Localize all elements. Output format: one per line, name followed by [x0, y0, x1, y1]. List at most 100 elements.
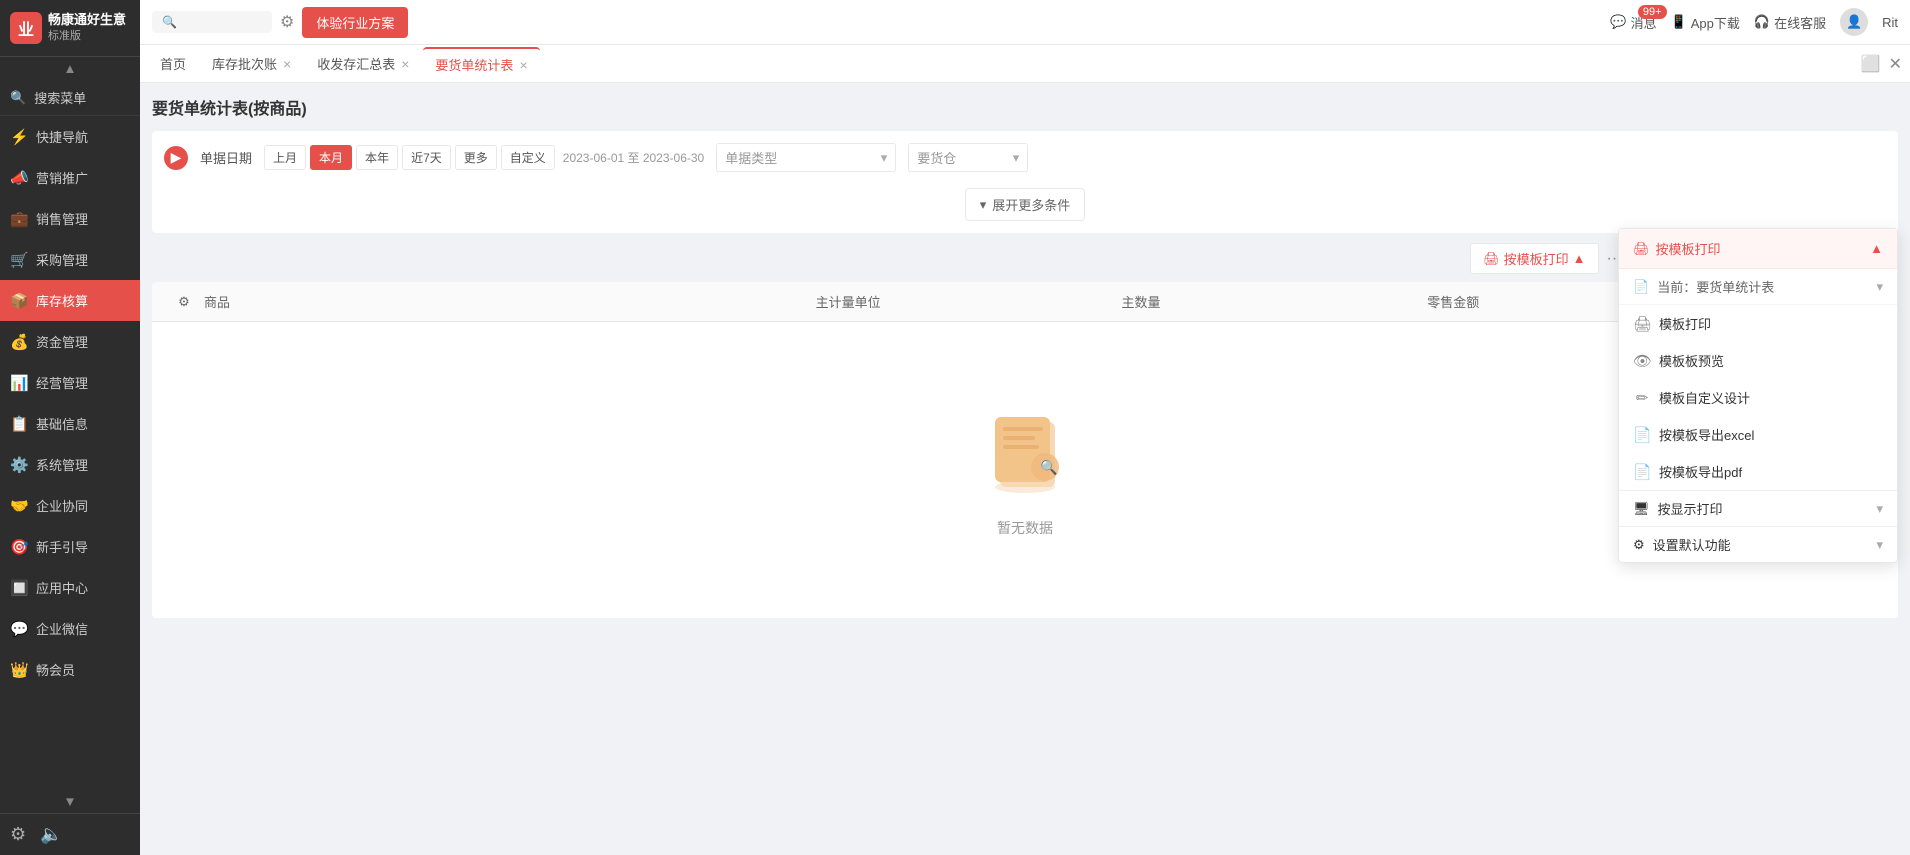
current-template-arrow: ▾ — [1876, 279, 1883, 295]
current-template-row[interactable]: 📄 当前：要货单统计表 ▾ — [1619, 269, 1897, 305]
inventory-icon: 📦 — [10, 292, 28, 310]
collab-icon: 🤝 — [10, 497, 28, 515]
date-btn-more[interactable]: 更多 — [455, 145, 497, 170]
export-excel-label: 按模板导出excel — [1659, 425, 1754, 444]
sidebar-item-shortcut[interactable]: ⚡ 快捷导航 — [0, 116, 140, 157]
tab-order-stats[interactable]: 要货单统计表 × — [423, 47, 539, 80]
tab-close-inventory-batch[interactable]: × — [283, 57, 291, 71]
dropdown-item-export-pdf[interactable]: 📄 按模板导出pdf — [1619, 453, 1897, 490]
export-excel-icon: 📄 — [1633, 426, 1651, 444]
tab-close-receipts-summary[interactable]: × — [401, 57, 409, 71]
filter-bar: ▶ 单据日期 上月 本月 本年 近7天 更多 自定义 2023-06-01 至 … — [152, 131, 1898, 233]
marketing-icon: 📣 — [10, 169, 28, 187]
sidebar-scroll-down[interactable]: ▼ — [0, 790, 140, 813]
finance-icon: 💰 — [10, 333, 28, 351]
guide-icon: 🎯 — [10, 538, 28, 556]
date-btn-this-year[interactable]: 本年 — [356, 145, 398, 170]
dropdown-collapse-icon[interactable]: ▲ — [1870, 241, 1883, 256]
sidebar-item-collab[interactable]: 🤝 企业协同 — [0, 485, 140, 526]
page-content: 要货单统计表(按商品) ▶ 单据日期 上月 本月 本年 近7天 更多 自定义 2… — [140, 83, 1910, 855]
sidebar-item-member[interactable]: 👑 畅会员 — [0, 649, 140, 690]
template-design-label: 模板自定义设计 — [1659, 388, 1750, 407]
type-select[interactable]: 单据类型 ▾ — [716, 143, 896, 172]
app-download-icon: 📱 — [1671, 14, 1687, 30]
sidebar-item-finance[interactable]: 💰 资金管理 — [0, 321, 140, 362]
display-print-row[interactable]: 🖥 按显示打印 ▾ — [1619, 490, 1897, 526]
username-label[interactable]: Rit — [1882, 15, 1898, 30]
app-version: 标准版 — [48, 29, 126, 43]
tab-inventory-batch[interactable]: 库存批次账 × — [200, 48, 303, 79]
date-filter-label: 单据日期 — [200, 148, 252, 167]
sidebar-item-wecom[interactable]: 💬 企业微信 — [0, 608, 140, 649]
user-avatar[interactable]: 👤 — [1840, 8, 1868, 36]
sidebar-item-purchase[interactable]: 🛒 采购管理 — [0, 239, 140, 280]
warehouse-select[interactable]: 要货仓 ▾ — [908, 143, 1028, 172]
template-print-label: 模板打印 — [1659, 314, 1711, 333]
message-badge: 99+ — [1638, 5, 1667, 19]
sidebar-scroll-up[interactable]: ▲ — [0, 57, 140, 80]
template-print-icon: 🖨 — [1633, 315, 1651, 333]
date-btn-custom[interactable]: 自定义 — [501, 145, 555, 170]
tab-close-icon[interactable]: ✕ — [1889, 54, 1902, 74]
sidebar-item-sales[interactable]: 💼 销售管理 — [0, 198, 140, 239]
message-button[interactable]: 💬 消息 99+ — [1610, 13, 1656, 32]
dropdown-item-export-excel[interactable]: 📄 按模板导出excel — [1619, 416, 1897, 453]
warehouse-label: 要货仓 — [917, 148, 956, 167]
sidebar-search[interactable]: 🔍 搜索菜单 — [0, 80, 140, 116]
dropdown-item-template-design[interactable]: ✏ 模板自定义设计 — [1619, 379, 1897, 416]
print-dropdown: 🖨 按模板打印 ▲ 📄 当前：要货单统计表 ▾ 🖨 模板打印 👁 模板板预览 — [1618, 228, 1898, 563]
set-default-row[interactable]: ⚙ 设置默认功能 ▾ — [1619, 526, 1897, 562]
date-btn-last-month[interactable]: 上月 — [264, 145, 306, 170]
topbar-gear-icon[interactable]: ⚙ — [280, 12, 294, 32]
tab-maximize-icon[interactable]: ⬜ — [1861, 54, 1881, 74]
topbar-search[interactable]: 🔍 — [152, 11, 272, 33]
svg-text:🔍: 🔍 — [1040, 458, 1057, 476]
dropdown-title: 按模板打印 — [1656, 239, 1721, 258]
topbar-search-icon: 🔍 — [162, 15, 177, 29]
search-icon: 🔍 — [10, 90, 26, 106]
display-print-icon: 🖥 — [1633, 501, 1650, 517]
template-preview-label: 模板板预览 — [1659, 351, 1724, 370]
expand-filter-btn[interactable]: ▾ 展开更多条件 — [965, 188, 1086, 221]
warehouse-select-arrow: ▾ — [1013, 150, 1020, 166]
sidebar-item-appstore[interactable]: 🔲 应用中心 — [0, 567, 140, 608]
date-btn-this-month[interactable]: 本月 — [310, 145, 352, 170]
col-product: 商品 — [204, 292, 816, 311]
tab-receipts-summary[interactable]: 收发存汇总表 × — [305, 48, 421, 79]
appstore-icon: 🔲 — [10, 579, 28, 597]
page-title: 要货单统计表(按商品) — [152, 95, 307, 119]
col-settings[interactable]: ⚙ — [164, 294, 204, 310]
trial-button[interactable]: 体验行业方案 — [302, 7, 408, 38]
type-select-arrow: ▾ — [881, 150, 888, 166]
online-service-button[interactable]: 🎧 在线客服 — [1754, 13, 1826, 32]
empty-icon: 🔍 — [975, 402, 1075, 502]
tabs-window-controls: ⬜ ✕ — [1861, 54, 1902, 74]
sidebar-item-guide[interactable]: 🎯 新手引导 — [0, 526, 140, 567]
message-icon: 💬 — [1610, 14, 1626, 30]
sidebar-item-inventory[interactable]: 📦 库存核算 — [0, 280, 140, 321]
wecom-icon: 💬 — [10, 620, 28, 638]
print-template-button[interactable]: 🖨 按模板打印 ▲ — [1470, 243, 1598, 274]
tab-close-order-stats[interactable]: × — [519, 58, 527, 72]
print-icon: 🖨 — [1483, 251, 1500, 267]
date-btn-7days[interactable]: 近7天 — [402, 145, 451, 170]
speaker-shortcut-icon[interactable]: 🔈 — [40, 824, 62, 845]
type-select-label: 单据类型 — [725, 148, 777, 167]
display-print-label: 按显示打印 — [1658, 499, 1723, 518]
purchase-icon: 🛒 — [10, 251, 28, 269]
sidebar-item-basic[interactable]: 📋 基础信息 — [0, 403, 140, 444]
settings-shortcut-icon[interactable]: ⚙ — [10, 824, 26, 845]
app-logo-icon: 业 — [10, 12, 42, 44]
sidebar-item-operations[interactable]: 📊 经营管理 — [0, 362, 140, 403]
sidebar-item-system[interactable]: ⚙️ 系统管理 — [0, 444, 140, 485]
app-download-button[interactable]: 📱 App下载 — [1671, 13, 1740, 32]
set-default-label: 设置默认功能 — [1653, 535, 1731, 554]
tab-home[interactable]: 首页 — [148, 48, 198, 79]
topbar-right: 💬 消息 99+ 📱 App下载 🎧 在线客服 👤 Rit — [1610, 8, 1898, 36]
tabs-bar: 首页 库存批次账 × 收发存汇总表 × 要货单统计表 × ⬜ ✕ — [140, 45, 1910, 83]
dropdown-item-template-preview[interactable]: 👁 模板板预览 — [1619, 342, 1897, 379]
sidebar-item-marketing[interactable]: 📣 营销推广 — [0, 157, 140, 198]
service-icon: 🎧 — [1754, 14, 1770, 30]
filter-collapse-btn[interactable]: ▶ — [164, 146, 188, 170]
dropdown-item-template-print[interactable]: 🖨 模板打印 — [1619, 305, 1897, 342]
